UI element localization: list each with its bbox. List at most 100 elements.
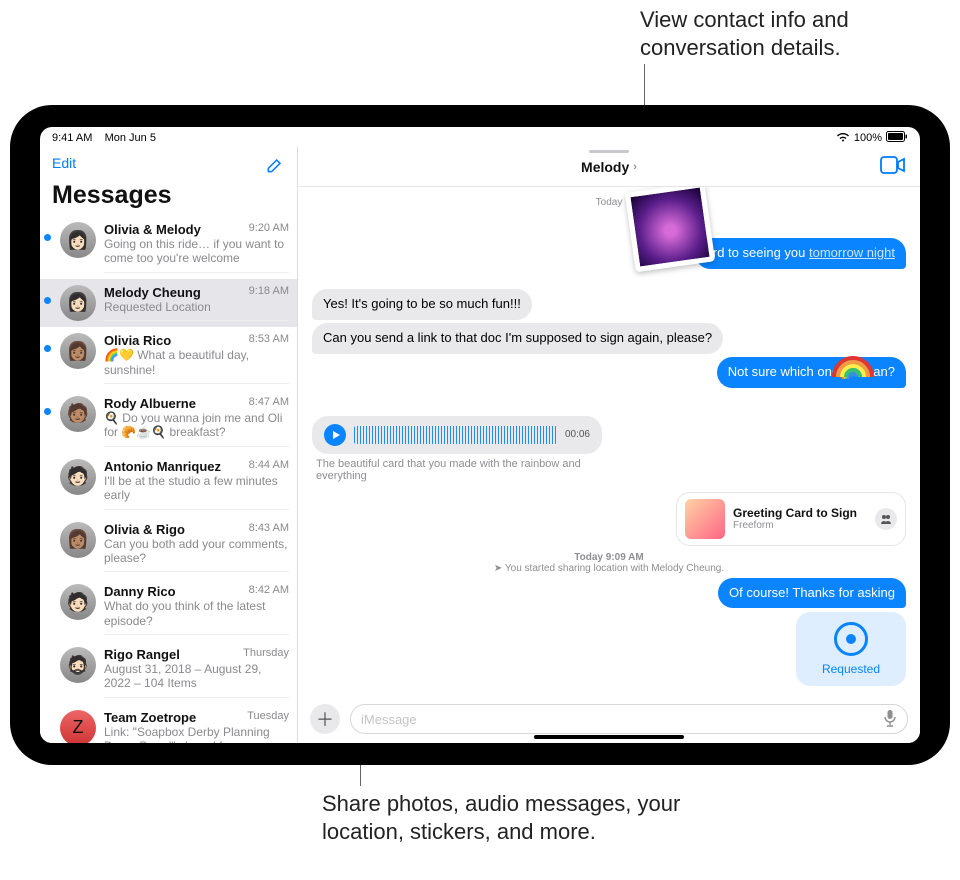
conv-name: Olivia & Melody [104, 222, 201, 237]
avatar: 🧑🏻 [60, 584, 96, 620]
system-text: You started sharing location with Melody… [505, 563, 724, 574]
link-subtitle: Freeform [733, 520, 867, 531]
photo-attachment[interactable] [625, 187, 715, 272]
voice-duration: 00:06 [565, 429, 590, 440]
unread-dot [44, 234, 51, 241]
link-thumbnail [685, 499, 725, 539]
conv-preview: Going on this ride… if you want to come … [104, 237, 289, 266]
battery-icon [886, 131, 908, 145]
conv-name: Olivia & Rigo [104, 522, 185, 537]
sidebar: Edit Messages 👩🏻 Olivia & Melody 9:20 AM … [40, 147, 298, 743]
conversation-item[interactable]: 👩🏽 Olivia Rico8:53 AM 🌈💛 What a beautifu… [40, 327, 297, 390]
play-button[interactable] [324, 424, 346, 446]
content: Edit Messages 👩🏻 Olivia & Melody 9:20 AM … [40, 147, 920, 743]
facetime-button[interactable] [880, 156, 906, 177]
system-label: Today 9:09 AM ➤ You started sharing loca… [312, 552, 906, 574]
voice-transcript: The beautiful card that you made with th… [312, 454, 602, 484]
conversation-item[interactable]: 🧑🏻 Danny Rico8:42 AM What do you think o… [40, 578, 297, 641]
conv-name: Melody Cheung [104, 285, 201, 300]
conv-preview: August 31, 2018 – August 29, 2022 – 104 … [104, 662, 289, 691]
edit-button[interactable]: Edit [52, 155, 76, 171]
conv-time: 8:53 AM [249, 333, 289, 348]
link-title: Greeting Card to Sign [733, 506, 867, 520]
avatar: 🧑🏻 [60, 459, 96, 495]
conversation-topbar: Melody › [298, 147, 920, 187]
message-placeholder: iMessage [361, 712, 883, 727]
waveform [354, 426, 557, 444]
avatar: 🧔🏻 [60, 647, 96, 683]
conversation-item[interactable]: 👩🏽 Olivia & Rigo 8:43 AM Can you both add… [40, 516, 297, 579]
conversation-item[interactable]: 👩🏻 Melody Cheung9:18 AM Requested Locati… [40, 279, 297, 327]
add-attachment-button[interactable]: ＋ [310, 704, 340, 734]
contact-name-label: Melody [581, 159, 629, 175]
play-icon [333, 431, 340, 439]
received-bubble[interactable]: Can you send a link to that doc I'm supp… [312, 323, 723, 354]
conv-time: 9:18 AM [249, 285, 289, 300]
conv-name: Team Zoetrope [104, 710, 196, 725]
message-thread[interactable]: Today ard to seeing you tomorrow night Y… [298, 187, 920, 697]
grabber[interactable] [589, 150, 629, 153]
avatar: Z [60, 710, 96, 743]
unread-dot [44, 297, 51, 304]
status-right: 100% [836, 131, 908, 145]
people-icon [875, 508, 897, 530]
location-arrow-icon: ➤ [494, 563, 502, 574]
conv-preview: Link: "Soapbox Derby Planning Demo Board… [104, 725, 289, 743]
status-date: Mon Jun 5 [105, 132, 156, 144]
received-bubble[interactable]: Yes! It's going to be so much fun!!! [312, 289, 532, 320]
avatar: 👩🏻 [60, 222, 96, 258]
avatar: 👩🏽 [60, 522, 96, 558]
status-left: 9:41 AM Mon Jun 5 [52, 132, 156, 144]
message-link[interactable]: tomorrow night [809, 245, 895, 260]
callout-top: View contact info and conversation detai… [640, 6, 920, 61]
conv-name: Rody Albuerne [104, 396, 196, 411]
voice-message[interactable]: 00:06 [312, 416, 602, 454]
conv-time: 9:20 AM [249, 222, 289, 237]
conv-name: Danny Rico [104, 584, 176, 599]
contact-name-button[interactable]: Melody › [581, 159, 637, 175]
conversation-main: Melody › Today ard to seeing you tomorro… [298, 147, 920, 743]
avatar: 👩🏽 [60, 333, 96, 369]
location-request-label: Requested [806, 662, 896, 676]
conv-time: 8:43 AM [249, 522, 289, 537]
conv-time: 8:47 AM [249, 396, 289, 411]
conv-time: 8:44 AM [249, 459, 289, 474]
location-pin-icon [834, 622, 868, 656]
status-time: 9:41 AM [52, 132, 92, 144]
conv-preview: I'll be at the studio a few minutes earl… [104, 474, 289, 503]
conv-preview: What do you think of the latest episode? [104, 599, 289, 628]
link-card[interactable]: Greeting Card to Sign Freeform [676, 492, 906, 546]
conversation-item[interactable]: 🧑🏻 Antonio Manriquez 8:44 AM I'll be at t… [40, 453, 297, 516]
conv-time: Thursday [243, 647, 289, 662]
rainbow-sticker[interactable] [830, 343, 876, 379]
callout-bottom: Share photos, audio messages, your locat… [322, 790, 742, 845]
conversation-list[interactable]: 👩🏻 Olivia & Melody 9:20 AM Going on this … [40, 216, 297, 743]
mic-button[interactable] [883, 709, 897, 730]
sent-bubble[interactable]: Of course! Thanks for asking [718, 578, 906, 609]
conv-preview: 🍳 Do you wanna join me and Oli for 🥐☕🍳 b… [104, 411, 289, 440]
conversation-item[interactable]: Z Team Zoetrope Tuesday Link: "Soapbox De… [40, 704, 297, 743]
compose-button[interactable] [265, 155, 285, 178]
conv-name: Rigo Rangel [104, 647, 180, 662]
message-input[interactable]: iMessage [350, 704, 908, 734]
conv-preview: 🌈💛 What a beautiful day, sunshine! [104, 348, 289, 377]
sent-bubble[interactable]: ard to seeing you tomorrow night [695, 238, 906, 269]
location-request[interactable]: Requested [796, 612, 906, 686]
bubble-text: ard to seeing you [706, 245, 809, 260]
unread-dot [44, 408, 51, 415]
conv-preview: Can you both add your comments, please? [104, 537, 289, 566]
conversation-item[interactable]: 🧑🏽 Rody Albuerne8:47 AM 🍳 Do you wanna j… [40, 390, 297, 453]
sidebar-title: Messages [40, 181, 297, 216]
wifi-icon [836, 132, 850, 145]
conversation-item[interactable]: 👩🏻 Olivia & Melody 9:20 AM Going on this … [40, 216, 297, 279]
battery-text: 100% [854, 132, 882, 144]
conv-preview: Requested Location [104, 300, 289, 314]
conversation-item[interactable]: 🧔🏻 Rigo Rangel Thursday August 31, 2018 –… [40, 641, 297, 704]
home-indicator[interactable] [534, 735, 684, 739]
conv-time: Tuesday [247, 710, 289, 725]
date-stamp: Today [312, 197, 906, 208]
system-time: Today 9:09 AM [574, 552, 643, 563]
sent-bubble[interactable]: Not sure which one🌈mean? [717, 357, 906, 388]
conv-name: Antonio Manriquez [104, 459, 221, 474]
sidebar-header: Edit [40, 147, 297, 181]
